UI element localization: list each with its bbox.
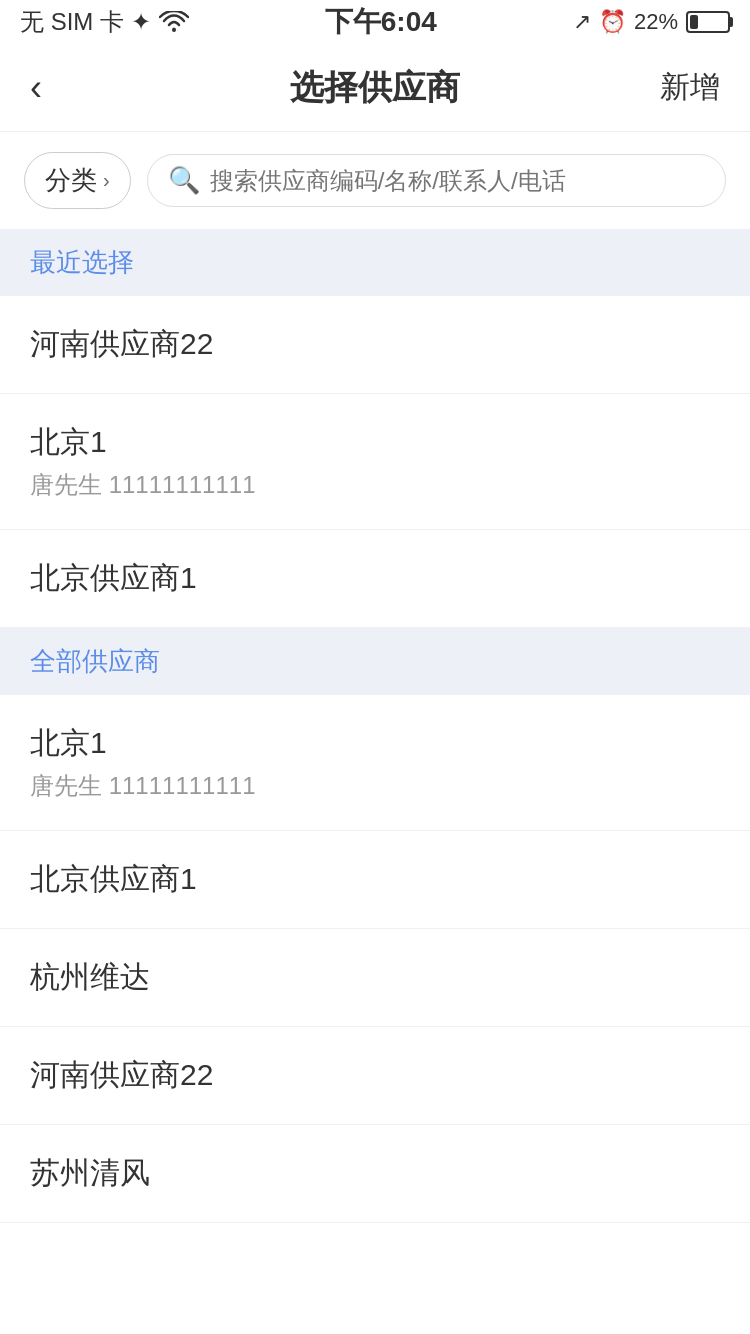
battery-fill	[690, 15, 698, 29]
wifi-icon	[159, 11, 189, 33]
all-list-item[interactable]: 北京供应商1	[0, 831, 750, 929]
recent-section-header: 最近选择	[0, 229, 750, 296]
chevron-right-icon: ›	[103, 169, 110, 192]
search-box[interactable]: 🔍	[147, 154, 726, 207]
all-section-label: 全部供应商	[30, 646, 160, 676]
recent-list-item[interactable]: 北京供应商1	[0, 530, 750, 628]
status-left: 无 SIM 卡 ✦	[20, 6, 189, 38]
item-name: 河南供应商22	[30, 324, 720, 365]
item-sub: 唐先生 11111111111	[30, 770, 720, 802]
item-sub: 唐先生 11111111111	[30, 469, 720, 501]
all-list-item[interactable]: 杭州维达	[0, 929, 750, 1027]
recent-list-item[interactable]: 河南供应商22	[0, 296, 750, 394]
recent-list-item[interactable]: 北京1 唐先生 11111111111	[0, 394, 750, 530]
item-name: 北京供应商1	[30, 558, 720, 599]
recent-list: 河南供应商22 北京1 唐先生 11111111111 北京供应商1	[0, 296, 750, 628]
location-icon: ↗	[573, 9, 591, 35]
status-right: ↗ ⏰ 22%	[573, 9, 730, 35]
filter-row: 分类 › 🔍	[0, 132, 750, 229]
item-name: 北京供应商1	[30, 859, 720, 900]
battery-icon	[686, 11, 730, 33]
status-time: 下午6:04	[325, 3, 437, 41]
category-button[interactable]: 分类 ›	[24, 152, 131, 209]
item-name: 北京1	[30, 422, 720, 463]
all-section-header: 全部供应商	[0, 628, 750, 695]
item-name: 北京1	[30, 723, 720, 764]
sim-label: 无 SIM 卡 ✦	[20, 6, 151, 38]
page-title: 选择供应商	[290, 65, 460, 111]
all-list: 北京1 唐先生 11111111111 北京供应商1 杭州维达河南供应商22 苏州清风	[0, 695, 750, 1223]
nav-bar: ‹ 选择供应商 新增	[0, 44, 750, 132]
category-label: 分类	[45, 163, 97, 198]
back-button[interactable]: ‹	[30, 67, 90, 109]
item-name: 河南供应商22	[30, 1055, 720, 1096]
battery-tip	[730, 17, 733, 27]
battery-percent: 22%	[634, 9, 678, 35]
search-input[interactable]	[210, 167, 705, 195]
svg-point-0	[172, 28, 176, 32]
alarm-icon: ⏰	[599, 9, 626, 35]
item-name: 杭州维达	[30, 957, 720, 998]
recent-section-label: 最近选择	[30, 247, 134, 277]
all-list-item[interactable]: 苏州清风	[0, 1125, 750, 1223]
item-name: 苏州清风	[30, 1153, 720, 1194]
add-button[interactable]: 新增	[660, 67, 720, 108]
search-icon: 🔍	[168, 165, 200, 196]
status-bar: 无 SIM 卡 ✦ 下午6:04 ↗ ⏰ 22%	[0, 0, 750, 44]
all-list-item[interactable]: 河南供应商22	[0, 1027, 750, 1125]
all-list-item[interactable]: 北京1 唐先生 11111111111	[0, 695, 750, 831]
